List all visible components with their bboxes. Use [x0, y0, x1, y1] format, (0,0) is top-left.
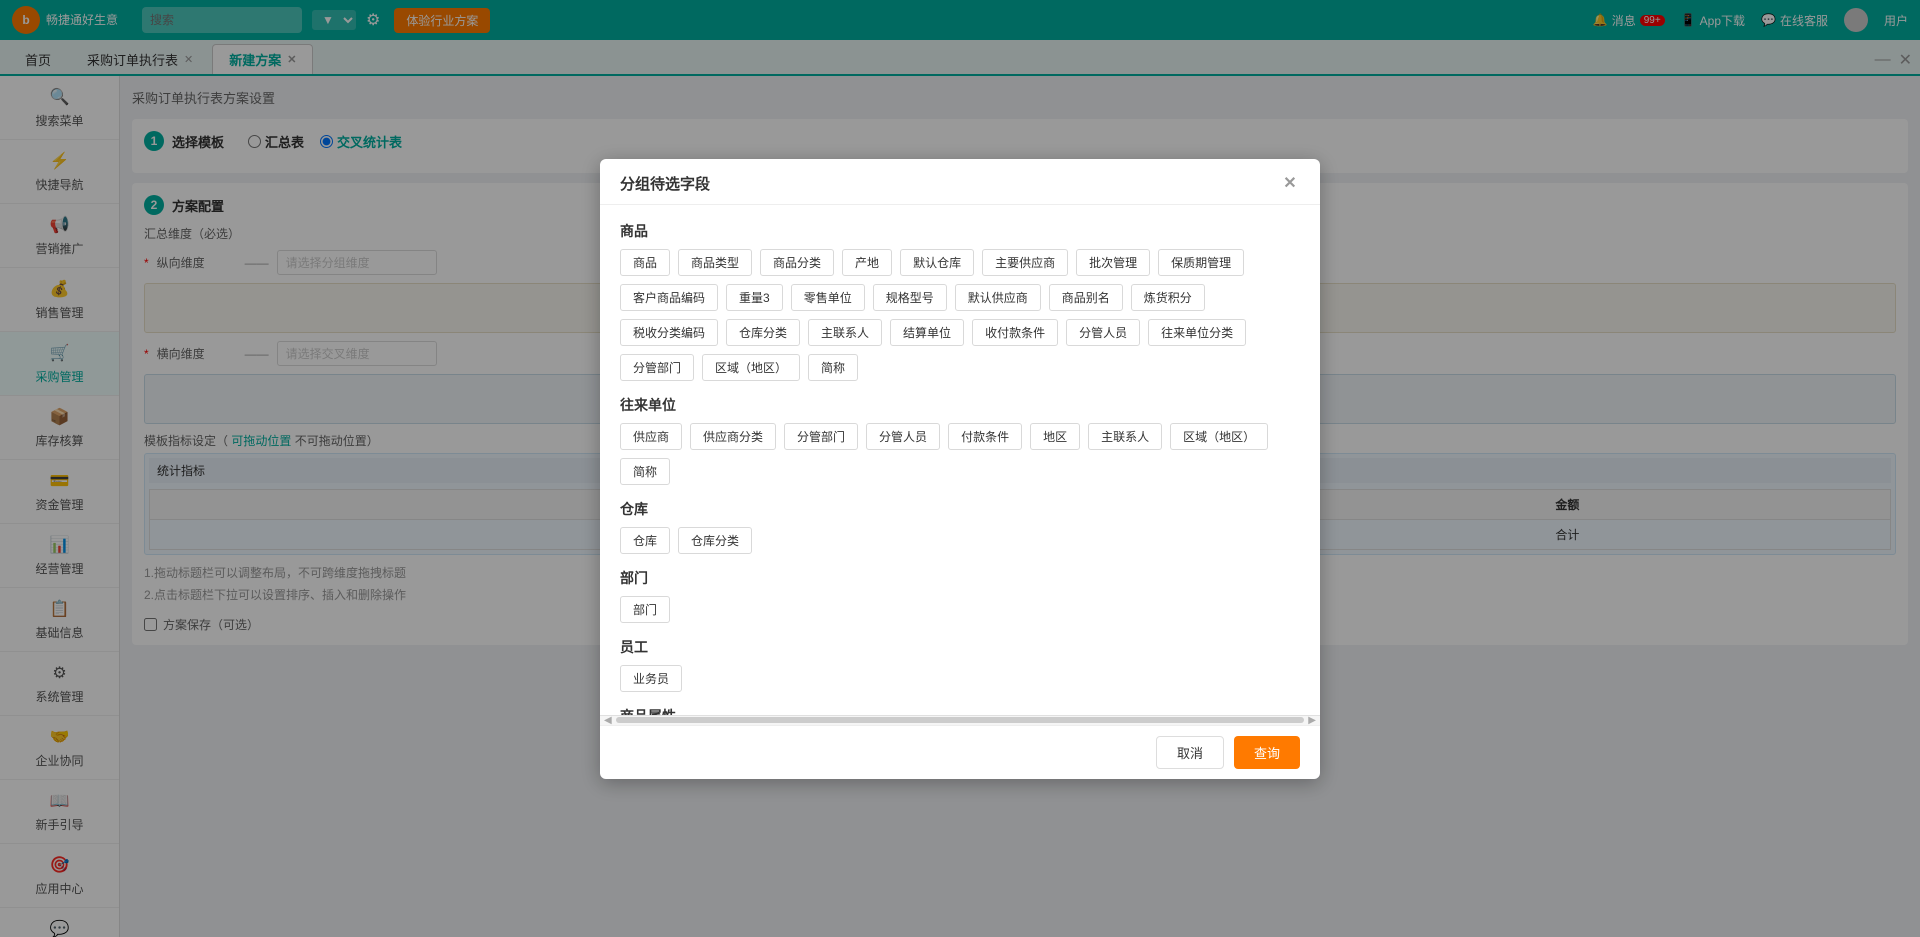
field-select-modal: 分组待选字段 ✕ 商品 商品 商品类型 商品分类 产地 默认仓库 主要供应商 批…: [600, 159, 1320, 779]
section-title-goods: 商品: [620, 221, 1300, 241]
modal-header: 分组待选字段 ✕: [600, 159, 1320, 205]
chip-dept-partner[interactable]: 分管部门: [784, 423, 858, 450]
chip-dept[interactable]: 部门: [620, 596, 670, 623]
chip-main-supplier[interactable]: 主要供应商: [982, 249, 1068, 276]
section-title-attrs: 商品属性: [620, 706, 1300, 715]
chip-partner-category[interactable]: 往来单位分类: [1148, 319, 1246, 346]
chip-default-supplier[interactable]: 默认供应商: [955, 284, 1041, 311]
chip-goods-alias[interactable]: 商品别名: [1049, 284, 1123, 311]
chip-settlement-unit[interactable]: 结算单位: [890, 319, 964, 346]
chip-region-goods[interactable]: 区域（地区）: [702, 354, 800, 381]
modal-body: 商品 商品 商品类型 商品分类 产地 默认仓库 主要供应商 批次管理 保质期管理…: [600, 205, 1320, 715]
chip-main-contact[interactable]: 主联系人: [808, 319, 882, 346]
chip-dept-supervisor[interactable]: 分管部门: [620, 354, 694, 381]
modal-close-button[interactable]: ✕: [1280, 173, 1300, 193]
chip-supervisor[interactable]: 分管人员: [1066, 319, 1140, 346]
chip-warehouse[interactable]: 仓库: [620, 527, 670, 554]
chip-weight[interactable]: 重量3: [726, 284, 783, 311]
chip-warehouse-category[interactable]: 仓库分类: [726, 319, 800, 346]
chip-goods-type[interactable]: 商品类型: [678, 249, 752, 276]
chip-area-partner[interactable]: 地区: [1030, 423, 1080, 450]
employee-chips: 业务员: [620, 665, 1300, 692]
chip-tax-code[interactable]: 税收分类编码: [620, 319, 718, 346]
chip-spec-model[interactable]: 规格型号: [873, 284, 947, 311]
section-title-warehouse: 仓库: [620, 499, 1300, 519]
confirm-button[interactable]: 查询: [1234, 736, 1300, 769]
chip-goods-category[interactable]: 商品分类: [760, 249, 834, 276]
chip-refine-points[interactable]: 炼货积分: [1131, 284, 1205, 311]
chip-supplier-category[interactable]: 供应商分类: [690, 423, 776, 450]
warehouse-chips: 仓库 仓库分类: [620, 527, 1300, 554]
chip-warehouse-cat[interactable]: 仓库分类: [678, 527, 752, 554]
chip-salesperson[interactable]: 业务员: [620, 665, 682, 692]
chip-abbr-partner[interactable]: 简称: [620, 458, 670, 485]
modal-hscroll: ◀ ▶: [600, 715, 1320, 725]
chip-main-contact-partner[interactable]: 主联系人: [1088, 423, 1162, 450]
modal-footer: 取消 查询: [600, 725, 1320, 779]
dept-chips: 部门: [620, 596, 1300, 623]
chip-abbreviation-goods[interactable]: 简称: [808, 354, 858, 381]
chip-retail-unit[interactable]: 零售单位: [791, 284, 865, 311]
modal-title: 分组待选字段: [620, 173, 710, 194]
chip-supplier[interactable]: 供应商: [620, 423, 682, 450]
chip-payment-terms[interactable]: 收付款条件: [972, 319, 1058, 346]
section-title-employee: 员工: [620, 637, 1300, 657]
modal-overlay: 分组待选字段 ✕ 商品 商品 商品类型 商品分类 产地 默认仓库 主要供应商 批…: [0, 0, 1920, 937]
chip-expiry-mgmt[interactable]: 保质期管理: [1158, 249, 1244, 276]
partner-chips: 供应商 供应商分类 分管部门 分管人员 付款条件 地区 主联系人 区域（地区） …: [620, 423, 1300, 485]
chip-payment-cond[interactable]: 付款条件: [948, 423, 1022, 450]
chip-region-partner[interactable]: 区域（地区）: [1170, 423, 1268, 450]
chip-batch-mgmt[interactable]: 批次管理: [1076, 249, 1150, 276]
chip-default-warehouse[interactable]: 默认仓库: [900, 249, 974, 276]
goods-chips: 商品 商品类型 商品分类 产地 默认仓库 主要供应商 批次管理 保质期管理 客户…: [620, 249, 1300, 381]
cancel-button[interactable]: 取消: [1156, 736, 1224, 769]
section-title-dept: 部门: [620, 568, 1300, 588]
chip-person-partner[interactable]: 分管人员: [866, 423, 940, 450]
chip-goods[interactable]: 商品: [620, 249, 670, 276]
section-title-partner: 往来单位: [620, 395, 1300, 415]
chip-customer-code[interactable]: 客户商品编码: [620, 284, 718, 311]
hscroll-bar[interactable]: [616, 717, 1305, 723]
chip-origin[interactable]: 产地: [842, 249, 892, 276]
